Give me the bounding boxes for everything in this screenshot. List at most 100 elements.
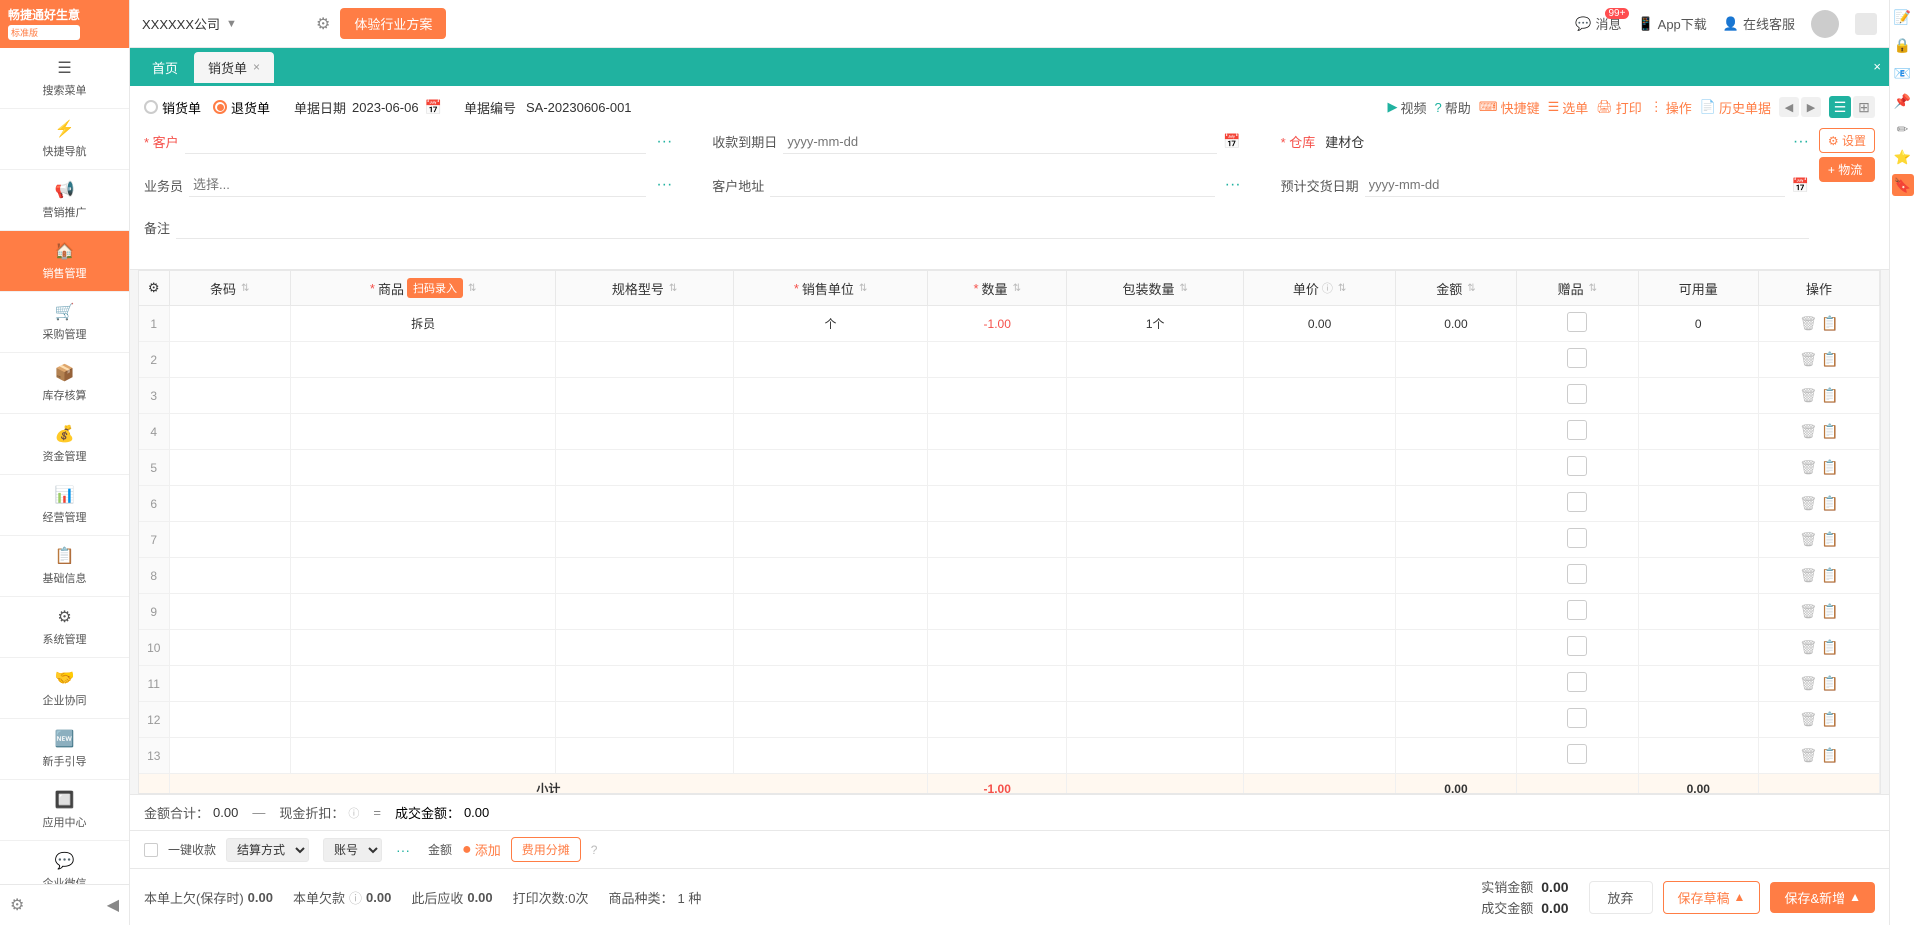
cell-product[interactable]: 拆员 [290,306,556,342]
sidebar-item-search[interactable]: ☰ 搜索菜单 [0,48,129,109]
settings-gear-icon[interactable]: ⚙ [316,14,330,34]
sidebar-item-operation[interactable]: 📊 经营管理 [0,475,129,536]
close-all-tabs-btn[interactable]: × [1873,58,1881,76]
user-avatar[interactable] [1811,10,1839,38]
copy-icon[interactable]: 📋 [1821,495,1838,512]
gift-checkbox[interactable] [1567,492,1587,512]
cell-pack-qty[interactable]: 1个 [1067,306,1244,342]
sidebar-item-collab[interactable]: 🤝 企业协同 [0,658,129,719]
copy-icon[interactable]: 📋 [1821,387,1838,404]
prev-arrow[interactable]: ◀ [1779,97,1799,117]
app-download-btn[interactable]: 📱 App下载 [1637,14,1706,33]
grid-view-btn[interactable]: ⊞ [1853,96,1875,118]
warehouse-picker-icon[interactable]: ··· [1793,133,1809,151]
tab-sales-order[interactable]: 销货单 × [194,52,274,83]
gift-checkbox[interactable] [1567,672,1587,692]
sidebar-item-marketing[interactable]: 📢 营销推广 [0,170,129,231]
settings-icon[interactable]: ⚙ [10,895,24,915]
copy-icon[interactable]: 📋 [1821,423,1838,440]
payment-dots-icon[interactable]: ··· [396,842,410,858]
video-btn[interactable]: ▶ 视频 [1388,98,1427,117]
delete-icon[interactable]: 🗑 [1799,495,1817,512]
sidebar-item-apps[interactable]: 🔲 应用中心 [0,780,129,841]
cell-barcode[interactable] [169,306,290,342]
radio-return-label[interactable]: 退货单 [213,98,270,117]
delete-icon[interactable]: 🗑 [1799,747,1817,764]
customer-address-input[interactable] [770,173,1214,197]
sidebar-item-finance[interactable]: 💰 资金管理 [0,414,129,475]
operate-btn[interactable]: ⋮ 操作 [1650,98,1692,117]
right-panel-btn-4[interactable]: 📌 [1892,90,1914,112]
customer-picker-icon[interactable]: ··· [656,133,672,151]
copy-icon[interactable]: 📋 [1821,675,1838,692]
trial-btn[interactable]: 体验行业方案 [340,8,446,39]
delete-icon[interactable]: 🗑 [1799,675,1817,692]
one-click-checkbox[interactable] [144,843,158,857]
gift-checkbox[interactable] [1567,312,1587,332]
right-panel-btn-5[interactable]: ✏ [1892,118,1914,140]
list-view-btn[interactable]: ☰ [1829,96,1851,118]
salesperson-input[interactable] [189,173,646,197]
expected-date-input[interactable] [1365,173,1786,197]
delete-icon[interactable]: 🗑 [1799,315,1817,332]
sidebar-item-system[interactable]: ⚙ 系统管理 [0,597,129,658]
tab-close-icon[interactable]: × [253,60,260,74]
sidebar-item-basic[interactable]: 📋 基础信息 [0,536,129,597]
copy-icon[interactable]: 📋 [1821,603,1838,620]
sidebar-item-sales[interactable]: 🏠 销售管理 [0,231,129,292]
calendar-icon[interactable]: 📅 [425,99,442,116]
right-panel-btn-2[interactable]: 🔒 [1892,34,1914,56]
delete-icon[interactable]: 🗑 [1799,423,1817,440]
copy-icon[interactable]: 📋 [1821,459,1838,476]
right-panel-btn-7[interactable]: 🔖 [1892,174,1914,196]
delete-icon[interactable]: 🗑 [1799,639,1817,656]
next-arrow[interactable]: ▶ [1801,97,1821,117]
delete-icon[interactable]: 🗑 [1799,711,1817,728]
sidebar-item-quick-nav[interactable]: ⚡ 快捷导航 [0,109,129,170]
right-panel-btn-6[interactable]: ⭐ [1892,146,1914,168]
tab-home[interactable]: 首页 [138,52,192,83]
delete-icon[interactable]: 🗑 [1799,459,1817,476]
gift-checkbox[interactable] [1567,600,1587,620]
cell-gift[interactable] [1517,306,1638,342]
gift-checkbox[interactable] [1567,636,1587,656]
sidebar-item-guide[interactable]: 🆕 新手引导 [0,719,129,780]
cell-unit[interactable]: 个 [733,306,928,342]
cell-spec[interactable] [556,306,733,342]
online-service-btn[interactable]: 👤 在线客服 [1723,14,1795,33]
gift-checkbox[interactable] [1567,564,1587,584]
copy-icon[interactable]: 📋 [1821,747,1838,764]
add-payment-btn[interactable]: ● 添加 [462,840,501,859]
copy-icon[interactable]: 📋 [1821,351,1838,368]
message-btn[interactable]: 💬 消息 99+ [1575,14,1621,33]
delete-icon[interactable]: 🗑 [1799,567,1817,584]
customer-input[interactable] [185,130,647,154]
gift-checkbox[interactable] [1567,744,1587,764]
sidebar-item-purchase[interactable]: 🛒 采购管理 [0,292,129,353]
address-picker-icon[interactable]: ··· [1225,176,1241,194]
scan-btn[interactable]: 扫码录入 [407,278,463,298]
copy-icon[interactable]: 📋 [1821,531,1838,548]
salesperson-picker-icon[interactable]: ··· [656,176,672,194]
history-btn[interactable]: 📄 历史单据 [1700,98,1771,117]
gift-checkbox[interactable] [1567,456,1587,476]
copy-icon[interactable]: 📋 [1821,567,1838,584]
shortcut-btn[interactable]: ⌨ 快捷键 [1479,98,1540,117]
gift-checkbox[interactable] [1567,384,1587,404]
logistics-btn[interactable]: + 物流 [1819,157,1875,182]
print-btn[interactable]: 🖨 打印 [1596,98,1642,117]
delete-icon[interactable]: 🗑 [1799,531,1817,548]
expense-btn[interactable]: 费用分摊 [511,837,581,862]
collection-calendar-icon[interactable]: 📅 [1223,133,1240,150]
right-panel-btn-3[interactable]: 📧 [1892,62,1914,84]
sidebar-item-inventory[interactable]: 📦 库存核算 [0,353,129,414]
sidebar-item-wechat[interactable]: 💬 企业微信 [0,841,129,884]
choose-btn[interactable]: ☰ 选单 [1548,98,1589,117]
right-panel-btn-1[interactable]: 📝 [1892,6,1914,28]
gift-checkbox[interactable] [1567,708,1587,728]
cell-unit-price[interactable]: 0.00 [1244,306,1395,342]
collapse-icon[interactable]: ◀ [107,895,119,915]
expected-calendar-icon[interactable]: 📅 [1791,177,1808,194]
save-draft-btn[interactable]: 保存草稿 ▲ [1663,881,1761,914]
collection-date-input[interactable] [783,130,1217,154]
